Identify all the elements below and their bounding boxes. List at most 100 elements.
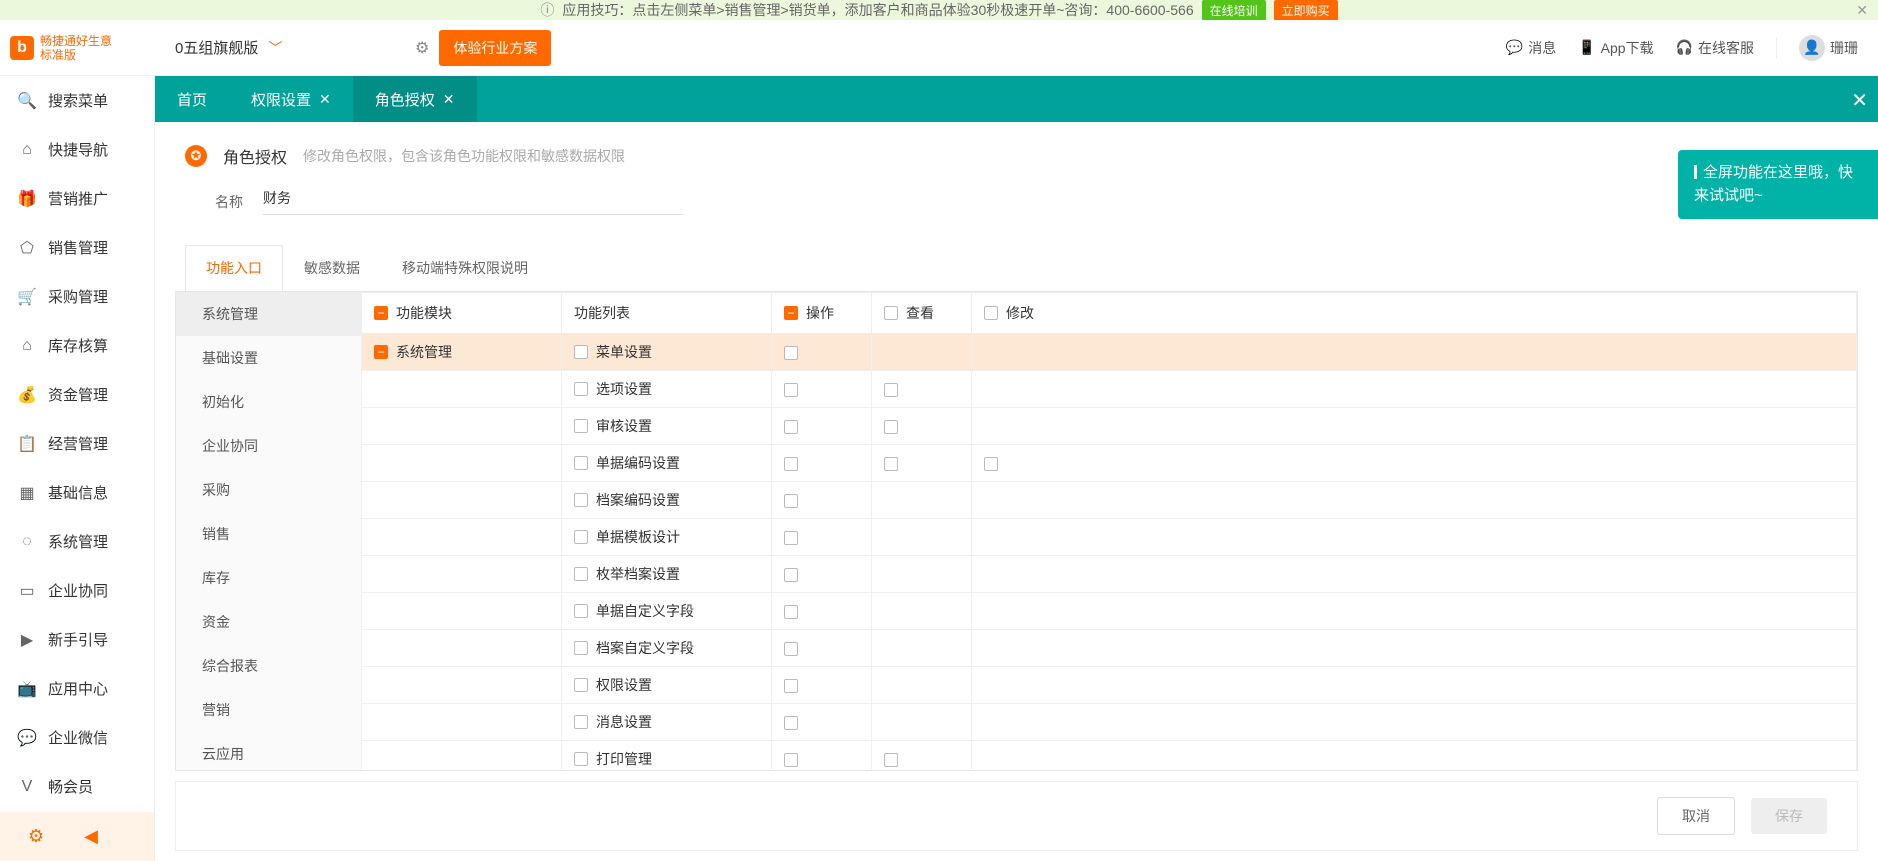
- sidebar-appcenter-icon: 📺: [18, 680, 36, 698]
- checkbox-op-all[interactable]: −: [784, 306, 798, 320]
- org-selector[interactable]: 0五组旗舰版 ﹀: [155, 37, 415, 58]
- sidebar-inventory[interactable]: ⌂库存核算: [0, 321, 154, 370]
- checkbox-mod[interactable]: [984, 457, 998, 471]
- checkbox-module-all[interactable]: −: [374, 306, 388, 320]
- messages-link[interactable]: 💬 消息: [1506, 38, 1556, 58]
- sidebar-search[interactable]: 🔍搜索菜单: [0, 76, 154, 125]
- sidebar-basedata[interactable]: ▦基础信息: [0, 468, 154, 517]
- checkbox-row[interactable]: [574, 715, 588, 729]
- sidebar-appcenter[interactable]: 📺应用中心: [0, 664, 154, 713]
- checkbox-group[interactable]: −: [374, 345, 388, 359]
- gear-icon[interactable]: ⚙: [415, 38, 429, 58]
- header-right: 💬 消息 📱 App下载 🎧 在线客服 👤 珊珊: [1506, 35, 1878, 61]
- inner-tab-2[interactable]: 移动端特殊权限说明: [381, 245, 549, 291]
- tab-close-icon[interactable]: ✕: [443, 91, 455, 108]
- info-icon: ⓘ: [540, 0, 554, 20]
- sidebar-quicknav[interactable]: ⌂快捷导航: [0, 125, 154, 174]
- tabbar-close-icon[interactable]: ✕: [1851, 88, 1868, 113]
- category-item[interactable]: 营销: [176, 688, 361, 732]
- promo-close-icon[interactable]: ✕: [1856, 2, 1868, 19]
- checkbox-row[interactable]: [574, 419, 588, 433]
- checkbox-row[interactable]: [574, 604, 588, 618]
- buy-button[interactable]: 立即购买: [1274, 0, 1338, 20]
- category-item[interactable]: 系统管理: [176, 292, 361, 336]
- checkbox-row[interactable]: [574, 345, 588, 359]
- sidebar-search-label: 搜索菜单: [48, 90, 108, 111]
- checkbox-row[interactable]: [574, 678, 588, 692]
- sidebar-operation[interactable]: 📋经营管理: [0, 419, 154, 468]
- checkbox-row[interactable]: [574, 530, 588, 544]
- category-item[interactable]: 资金: [176, 600, 361, 644]
- sidebar-collab[interactable]: ▭企业协同: [0, 566, 154, 615]
- checkbox-op[interactable]: [784, 494, 798, 508]
- sidebar-wechat[interactable]: 💬企业微信: [0, 713, 154, 762]
- checkbox-op[interactable]: [784, 457, 798, 471]
- settings-gear-icon[interactable]: ⚙: [28, 826, 44, 847]
- sidebar-collab-icon: ▭: [18, 582, 36, 600]
- checkbox-op[interactable]: [784, 346, 798, 360]
- category-item[interactable]: 企业协同: [176, 424, 361, 468]
- category-item[interactable]: 综合报表: [176, 644, 361, 688]
- checkbox-mod-all[interactable]: [984, 306, 998, 320]
- checkbox-op[interactable]: [784, 568, 798, 582]
- category-item[interactable]: 库存: [176, 556, 361, 600]
- checkbox-row[interactable]: [574, 641, 588, 655]
- sidebar-marketing[interactable]: 🎁营销推广: [0, 174, 154, 223]
- inner-tab-0[interactable]: 功能入口: [185, 245, 283, 291]
- checkbox-op[interactable]: [784, 642, 798, 656]
- experience-button[interactable]: 体验行业方案: [439, 30, 551, 66]
- checkbox-op[interactable]: [784, 753, 798, 767]
- collapse-icon[interactable]: ◀: [84, 826, 98, 847]
- sidebar-funds[interactable]: 💰资金管理: [0, 370, 154, 419]
- messages-label: 消息: [1528, 38, 1556, 58]
- checkbox-view-all[interactable]: [884, 306, 898, 320]
- checkbox-row[interactable]: [574, 456, 588, 470]
- train-button[interactable]: 在线培训: [1202, 0, 1266, 20]
- phone-icon: 📱: [1578, 39, 1595, 56]
- tab-角色授权[interactable]: 角色授权✕: [353, 76, 477, 122]
- checkbox-row[interactable]: [574, 382, 588, 396]
- checkbox-op[interactable]: [784, 383, 798, 397]
- th-list: 功能列表: [574, 305, 630, 321]
- checkbox-op[interactable]: [784, 605, 798, 619]
- checkbox-row[interactable]: [574, 567, 588, 581]
- row-name: 消息设置: [596, 712, 652, 732]
- row-name: 打印管理: [596, 749, 652, 769]
- checkbox-op[interactable]: [784, 716, 798, 730]
- checkbox-op[interactable]: [784, 679, 798, 693]
- fullscreen-tip[interactable]: 全屏功能在这里哦，快来试试吧~: [1678, 150, 1878, 219]
- app-download-link[interactable]: 📱 App下载: [1578, 38, 1653, 58]
- checkbox-view[interactable]: [884, 753, 898, 767]
- sidebar-system-icon: ◌: [18, 533, 36, 551]
- sidebar-wechat-icon: 💬: [18, 729, 36, 747]
- cancel-button[interactable]: 取消: [1657, 797, 1735, 835]
- user-menu[interactable]: 👤 珊珊: [1799, 35, 1858, 61]
- permission-grid-wrap[interactable]: −功能模块 功能列表 −操作 查看 修改 −系统管理 菜单设置 选项设置 审核设…: [361, 292, 1857, 770]
- sidebar-guide[interactable]: ▶新手引导: [0, 615, 154, 664]
- sidebar-member[interactable]: V畅会员: [0, 762, 154, 811]
- sidebar-sales-icon: ⬠: [18, 239, 36, 257]
- checkbox-view[interactable]: [884, 383, 898, 397]
- checkbox-op[interactable]: [784, 420, 798, 434]
- customer-service-link[interactable]: 🎧 在线客服: [1676, 38, 1754, 58]
- checkbox-view[interactable]: [884, 420, 898, 434]
- tab-权限设置[interactable]: 权限设置✕: [229, 76, 353, 122]
- checkbox-row[interactable]: [574, 752, 588, 766]
- sidebar-purchase[interactable]: 🛒采购管理: [0, 272, 154, 321]
- inner-tab-1[interactable]: 敏感数据: [283, 245, 381, 291]
- category-item[interactable]: 云应用: [176, 732, 361, 770]
- category-item[interactable]: 采购: [176, 468, 361, 512]
- sidebar-sales[interactable]: ⬠销售管理: [0, 223, 154, 272]
- category-item[interactable]: 初始化: [176, 380, 361, 424]
- checkbox-op[interactable]: [784, 531, 798, 545]
- checkbox-view[interactable]: [884, 457, 898, 471]
- sidebar-system[interactable]: ◌系统管理: [0, 517, 154, 566]
- row-name: 单据编码设置: [596, 453, 680, 473]
- category-item[interactable]: 销售: [176, 512, 361, 556]
- role-name-row: 名称 财务: [155, 178, 1878, 245]
- checkbox-row[interactable]: [574, 493, 588, 507]
- category-item[interactable]: 基础设置: [176, 336, 361, 380]
- tab-首页[interactable]: 首页: [155, 76, 229, 122]
- tab-close-icon[interactable]: ✕: [319, 91, 331, 108]
- table-row: 审核设置: [362, 408, 1857, 445]
